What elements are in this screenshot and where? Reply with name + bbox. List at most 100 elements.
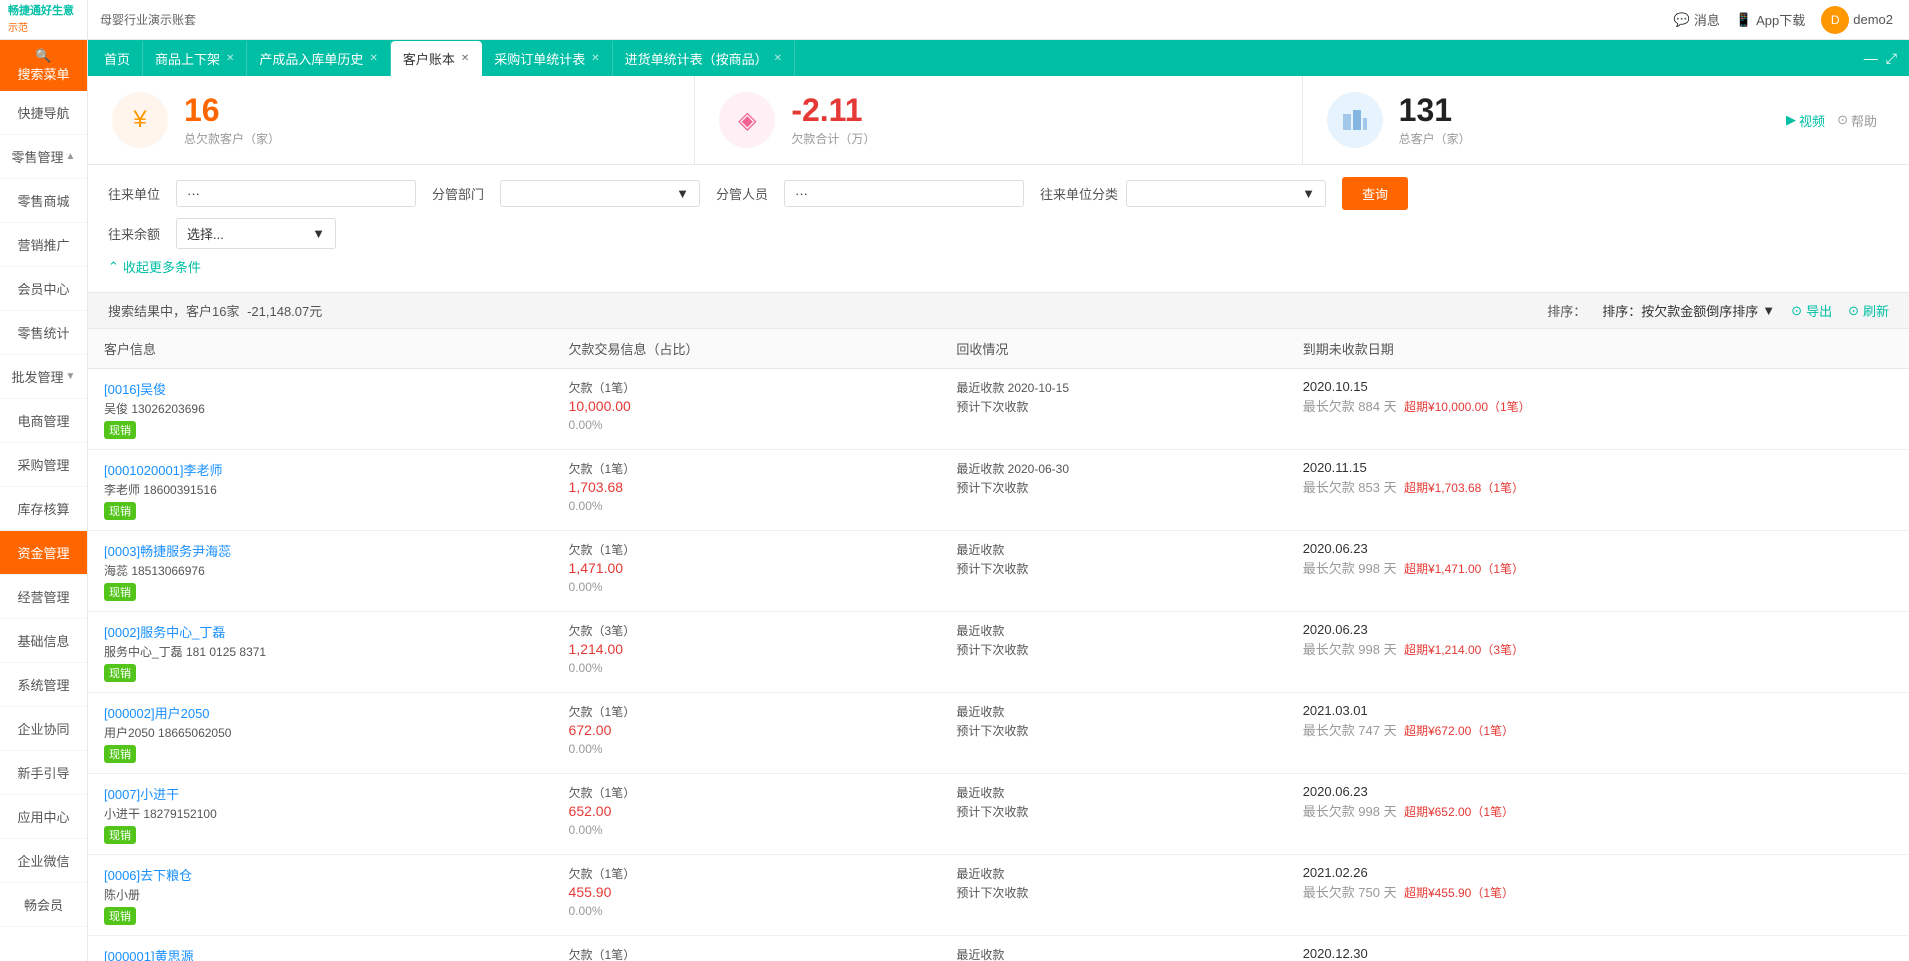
debt-amount-2[interactable]: 1,471.00 <box>569 560 925 576</box>
debt-ratio-4: 0.00% <box>569 742 925 756</box>
app-download-label: App下载 <box>1756 10 1805 29</box>
sidebar-item-newbie[interactable]: 新手引导 <box>0 751 87 795</box>
collapse-row: ⌃ 收起更多条件 <box>108 257 1889 276</box>
search-button[interactable]: 查询 <box>1342 177 1408 210</box>
customer-name-7[interactable]: [000001]黄思源 <box>104 946 537 961</box>
balance-select[interactable]: 选择... ▼ <box>176 218 336 249</box>
customer-phone-6: 陈小册 <box>104 886 537 903</box>
tab-close-icon4[interactable]: ✕ <box>591 53 599 64</box>
cell-receivable-2: 最近收款 预计下次收款 <box>940 531 1286 612</box>
sidebar-item-retail-stats[interactable]: 零售统计 <box>0 311 87 355</box>
table-row: [000001]黄思源 黄思源 13552700226 现销 欠款（1笔） 42… <box>88 936 1909 961</box>
app-download-btn[interactable]: 📱 App下载 <box>1736 10 1805 29</box>
debt-amount-4[interactable]: 672.00 <box>569 722 925 738</box>
collapse-btn[interactable]: ⌃ 收起更多条件 <box>108 257 1889 276</box>
customer-name-2[interactable]: [0003]畅捷服务尹海蕊 <box>104 541 537 560</box>
view-btn[interactable]: ▶ 视频 <box>1786 111 1825 130</box>
tab-home[interactable]: 首页 <box>92 41 143 76</box>
vendor-input[interactable]: ··· <box>176 180 416 207</box>
tab-minimize-btn[interactable]: — <box>1864 50 1878 66</box>
message-label: 消息 <box>1694 10 1720 29</box>
cell-customer-7: [000001]黄思源 黄思源 13552700226 现销 <box>88 936 553 961</box>
sort-select[interactable]: 排序：按欠款金额倒序排序 ▼ <box>1602 301 1775 320</box>
last-receive-6: 最近收款 <box>956 865 1270 882</box>
sidebar-item-enterprise-wechat[interactable]: 企业微信 <box>0 839 87 883</box>
sidebar-item-quick-nav[interactable]: 快捷导航 <box>0 91 87 135</box>
tab-customer-ledger-label: 客户账本 <box>403 49 455 68</box>
debt-count-7: 欠款（1笔） <box>569 946 925 961</box>
tab-close-icon3[interactable]: ✕ <box>461 53 469 64</box>
cell-customer-5: [0007]小进干 小进干 18279152100 现销 <box>88 774 553 855</box>
debt-amount-0[interactable]: 10,000.00 <box>569 398 925 414</box>
message-btn[interactable]: 💬 消息 <box>1674 10 1720 29</box>
overdue-amount-2[interactable]: 超期¥1,471.00（1笔） <box>1404 562 1524 576</box>
customer-phone-5: 小进干 18279152100 <box>104 805 537 822</box>
cell-due-date-5: 2020.06.23 最长欠款 998 天 超期¥652.00（1笔） <box>1287 774 1909 855</box>
overdue-amount-1[interactable]: 超期¥1,703.68（1笔） <box>1404 481 1524 495</box>
customer-name-0[interactable]: [0016]吴俊 <box>104 379 537 398</box>
sidebar-item-ecommerce[interactable]: 电商管理 <box>0 399 87 443</box>
sidebar-item-enterprise-collab[interactable]: 企业协同 <box>0 707 87 751</box>
tab-maximize-btn[interactable]: ⤢ <box>1886 50 1897 67</box>
manager-input[interactable]: ··· <box>784 180 1024 207</box>
tab-purchase-order[interactable]: 采购订单统计表 ✕ <box>482 41 612 76</box>
export-btn[interactable]: ⊙ 导出 <box>1791 301 1832 320</box>
debt-amount-6[interactable]: 455.90 <box>569 884 925 900</box>
filter-manager-label: 分管人员 <box>716 184 776 203</box>
sidebar-search[interactable]: 🔍 搜索菜单 <box>0 40 87 91</box>
sidebar: 🔍 搜索菜单 快捷导航 零售管理▲ 零售商城 营销推广 会员中心 零售统计 批发… <box>0 40 88 961</box>
tab-close-icon[interactable]: ✕ <box>226 53 234 64</box>
sidebar-item-finance[interactable]: 资金管理 <box>0 531 87 575</box>
overdue-amount-0[interactable]: 超期¥10,000.00（1笔） <box>1404 400 1531 414</box>
overdue-days-5: 最长欠款 998 天 超期¥652.00（1笔） <box>1303 801 1893 820</box>
view-icon: ▶ <box>1786 112 1796 128</box>
cell-customer-4: [000002]用户2050 用户2050 18665062050 现销 <box>88 693 553 774</box>
customer-name-3[interactable]: [0002]服务中心_丁磊 <box>104 622 537 641</box>
tab-product-listing[interactable]: 商品上下架 ✕ <box>143 41 247 76</box>
sidebar-item-app-center[interactable]: 应用中心 <box>0 795 87 839</box>
overdue-amount-4[interactable]: 超期¥672.00（1笔） <box>1404 724 1514 738</box>
dept-select[interactable]: ▼ <box>500 180 700 207</box>
tab-customer-ledger[interactable]: 客户账本 ✕ <box>391 41 482 76</box>
sidebar-item-member[interactable]: 会员中心 <box>0 267 87 311</box>
tab-close-icon2[interactable]: ✕ <box>369 53 377 64</box>
sidebar-item-retail-mgmt[interactable]: 零售管理▲ <box>0 135 87 179</box>
stat-help-area: ▶ 视频 ⊙ 帮助 <box>1786 111 1885 130</box>
sort-option-label: 排序：按欠款金额倒序排序 <box>1602 301 1758 320</box>
tab-finished-goods[interactable]: 产成品入库单历史 ✕ <box>247 41 390 76</box>
sidebar-item-operations[interactable]: 经营管理 <box>0 575 87 619</box>
debt-amount-3[interactable]: 1,214.00 <box>569 641 925 657</box>
debt-count-1: 欠款（1笔） <box>569 460 925 477</box>
stats-bar: ¥ 16 总欠款客户（家） ◈ -2.11 欠款合计（万） <box>88 76 1909 165</box>
refresh-btn[interactable]: ⊙ 刷新 <box>1848 301 1889 320</box>
category-select[interactable]: ▼ <box>1126 180 1326 207</box>
quick-nav-label: 快捷导航 <box>17 106 69 121</box>
col-header-debt-info: 欠款交易信息（占比） <box>553 329 941 369</box>
customer-name-5[interactable]: [0007]小进干 <box>104 784 537 803</box>
tab-purchase-stats[interactable]: 进货单统计表（按商品） ✕ <box>613 41 795 76</box>
col-header-customer: 客户信息 <box>88 329 553 369</box>
sidebar-item-purchase[interactable]: 采购管理 <box>0 443 87 487</box>
debt-amount-5[interactable]: 652.00 <box>569 803 925 819</box>
debt-amount-1[interactable]: 1,703.68 <box>569 479 925 495</box>
sidebar-item-chang-member[interactable]: 畅会员 <box>0 883 87 927</box>
sidebar-item-basic-info[interactable]: 基础信息 <box>0 619 87 663</box>
customer-name-1[interactable]: [0001020001]李老师 <box>104 460 537 479</box>
sidebar-item-wholesale[interactable]: 批发管理▼ <box>0 355 87 399</box>
customer-name-6[interactable]: [0006]去下粮仓 <box>104 865 537 884</box>
overdue-amount-3[interactable]: 超期¥1,214.00（3笔） <box>1404 643 1524 657</box>
user-menu[interactable]: D demo2 <box>1821 6 1893 34</box>
logo-sub: 示范 <box>8 19 74 34</box>
content-area: 首页 商品上下架 ✕ 产成品入库单历史 ✕ 客户账本 ✕ 采购订单统计表 ✕ 进… <box>88 40 1909 961</box>
overdue-amount-6[interactable]: 超期¥455.90（1笔） <box>1404 886 1514 900</box>
overdue-amount-5[interactable]: 超期¥652.00（1笔） <box>1404 805 1514 819</box>
sidebar-item-retail-mall[interactable]: 零售商城 <box>0 179 87 223</box>
sidebar-item-system[interactable]: 系统管理 <box>0 663 87 707</box>
tab-close-icon5[interactable]: ✕ <box>774 53 782 64</box>
customer-name-4[interactable]: [000002]用户2050 <box>104 703 537 722</box>
cell-due-date-6: 2021.02.26 最长欠款 750 天 超期¥455.90（1笔） <box>1287 855 1909 936</box>
sidebar-item-inventory[interactable]: 库存核算 <box>0 487 87 531</box>
page-content: ¥ 16 总欠款客户（家） ◈ -2.11 欠款合计（万） <box>88 76 1909 961</box>
sidebar-item-marketing[interactable]: 营销推广 <box>0 223 87 267</box>
help-btn[interactable]: ⊙ 帮助 <box>1837 111 1877 130</box>
